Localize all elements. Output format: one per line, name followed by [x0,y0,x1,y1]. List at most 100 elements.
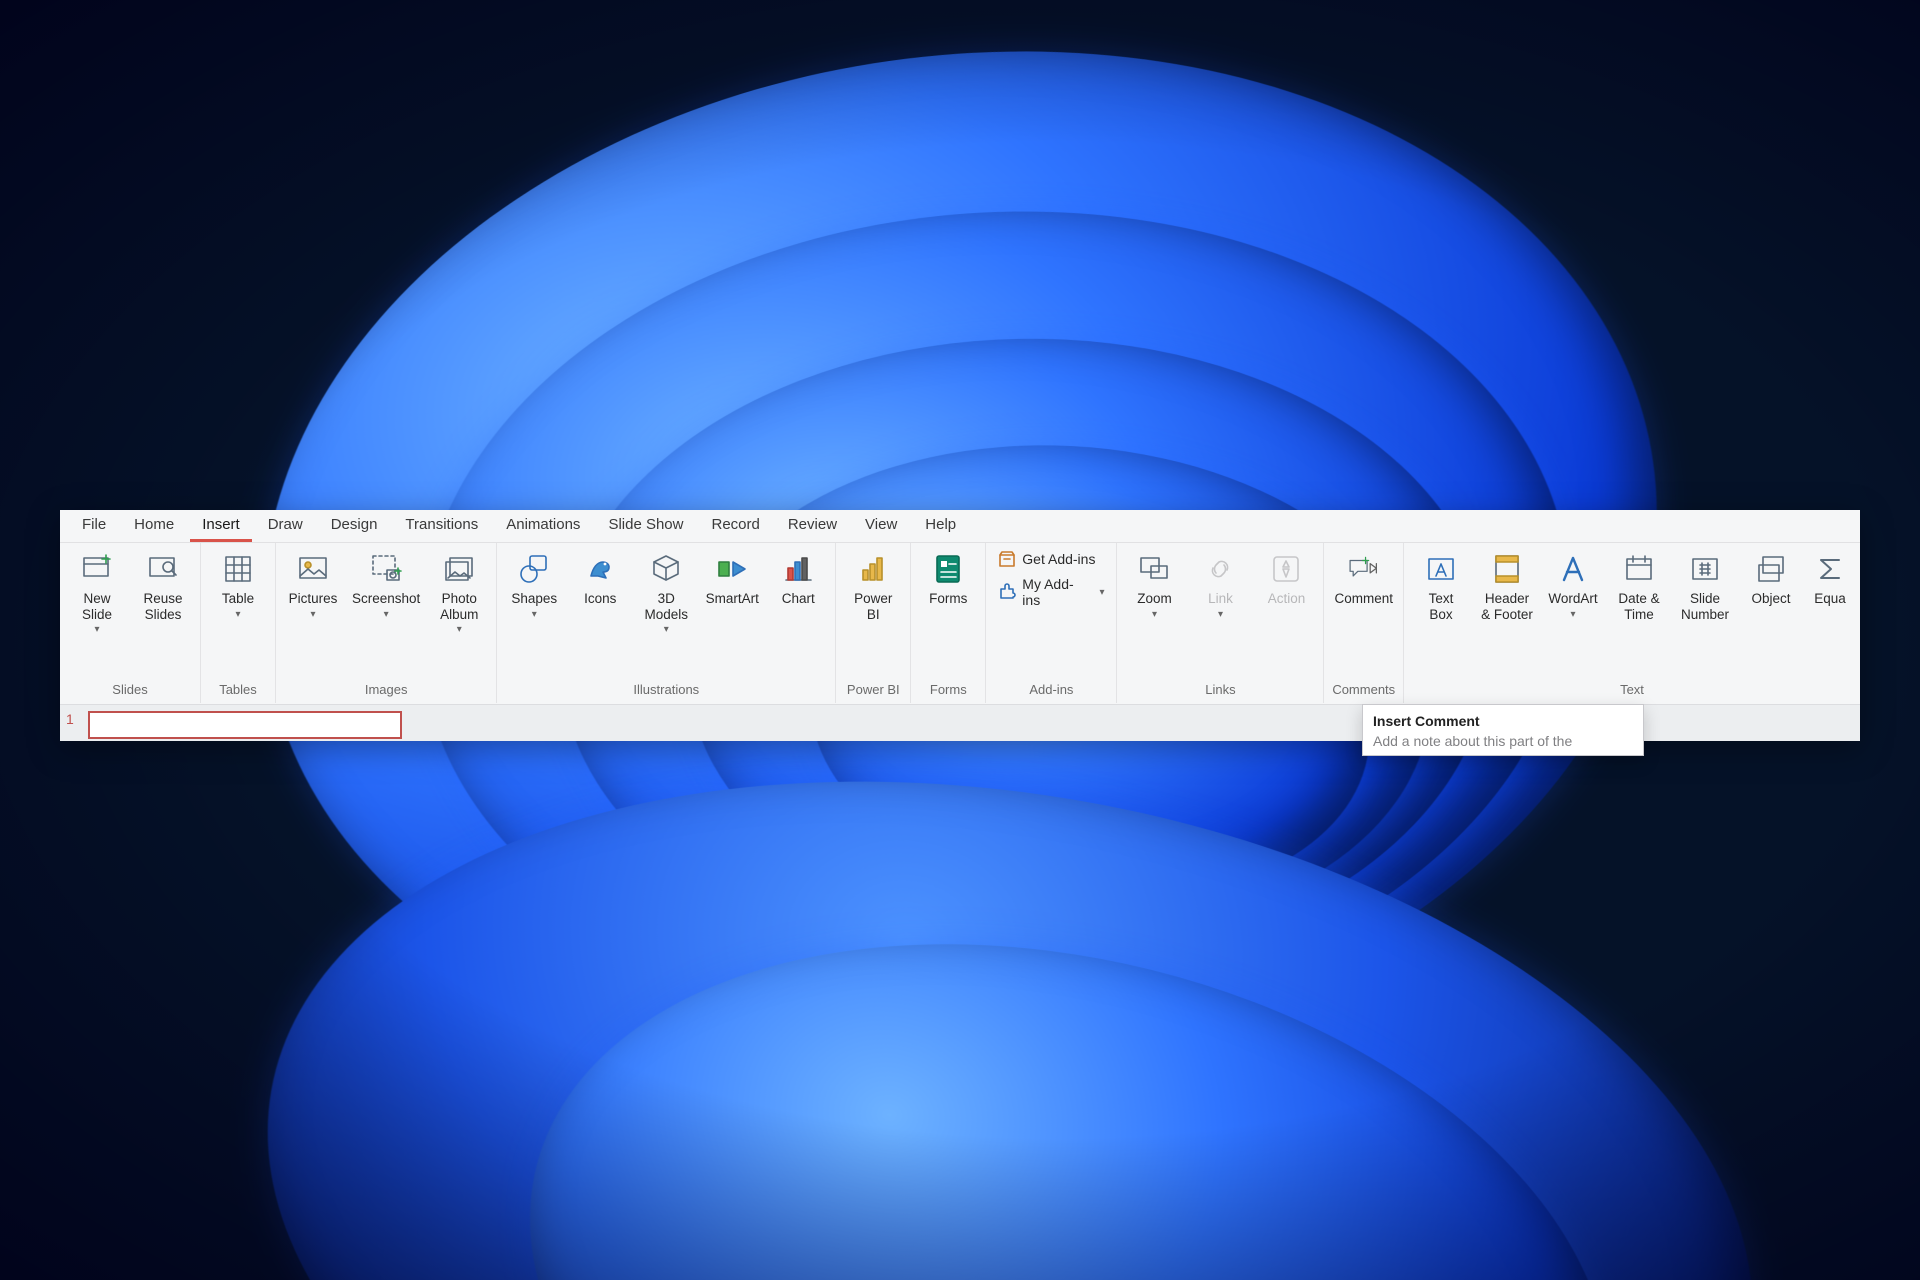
group-label-tables: Tables [207,682,269,701]
icons-icon [582,551,618,587]
tab-record[interactable]: Record [699,512,771,542]
3d-models-button[interactable]: 3D Models ▾ [635,547,697,638]
tab-review[interactable]: Review [776,512,849,542]
wordart-button[interactable]: WordArt ▾ [1542,547,1604,622]
shapes-icon [516,551,552,587]
powerpoint-ribbon-window: File Home Insert Draw Design Transitions… [60,510,1860,740]
group-text: Text Box Header & Footer WordArt ▾ [1404,543,1860,703]
addin-icon [998,583,1016,601]
chart-button[interactable]: Chart [767,547,829,609]
pictures-button[interactable]: Pictures ▾ [282,547,344,622]
header-footer-icon [1489,551,1525,587]
ribbon-groups: New Slide ▾ Reuse Slides Slides [60,543,1860,703]
ribbon-tabs: File Home Insert Draw Design Transitions… [60,510,1860,543]
smartart-button[interactable]: SmartArt [701,547,763,609]
equation-icon [1812,551,1848,587]
table-label: Table [222,591,254,607]
link-label: Link [1208,591,1233,607]
icons-label: Icons [584,591,616,607]
group-forms: Forms Forms [911,543,986,703]
textbox-icon [1423,551,1459,587]
tooltip-body: Add a note about this part of the [1373,733,1633,749]
wordart-label: WordArt [1548,591,1597,607]
link-button: Link ▾ [1189,547,1251,622]
chevron-down-icon: ▾ [1218,609,1223,621]
powerbi-label: Power BI [854,591,892,622]
group-links: Zoom ▾ Link ▾ Action Links [1117,543,1324,703]
tab-design[interactable]: Design [319,512,390,542]
new-slide-icon [79,551,115,587]
my-addins-button[interactable]: My Add-ins ▾ [992,573,1110,611]
store-icon [998,550,1016,568]
3d-models-label: 3D Models [645,591,689,622]
group-illustrations: Shapes ▾ Icons 3D Models ▾ [497,543,836,703]
group-label-illustrations: Illustrations [503,682,829,701]
group-label-slides: Slides [66,682,194,701]
date-time-button[interactable]: Date & Time [1608,547,1670,624]
forms-button[interactable]: Forms [917,547,979,609]
group-label-forms: Forms [917,682,979,701]
chevron-down-icon: ▾ [457,624,462,636]
group-powerbi: Power BI Power BI [836,543,911,703]
tab-animations[interactable]: Animations [494,512,592,542]
chevron-down-icon: ▾ [235,609,240,621]
tab-help[interactable]: Help [913,512,968,542]
tab-insert[interactable]: Insert [190,512,252,542]
reuse-slides-button[interactable]: Reuse Slides [132,547,194,624]
tab-draw[interactable]: Draw [256,512,315,542]
powerbi-icon [855,551,891,587]
shapes-label: Shapes [511,591,557,607]
slide-number: 1 [66,711,74,727]
equation-button[interactable]: Equa [1806,547,1854,609]
group-comments: Comment Comments [1324,543,1404,703]
chevron-down-icon: ▾ [1152,609,1157,621]
tab-slide-show[interactable]: Slide Show [596,512,695,542]
powerbi-button[interactable]: Power BI [842,547,904,624]
object-button[interactable]: Object [1740,547,1802,609]
smartart-icon [714,551,750,587]
textbox-label: Text Box [1429,591,1454,622]
action-icon [1268,551,1304,587]
get-addins-button[interactable]: Get Add-ins [992,547,1110,571]
tab-view[interactable]: View [853,512,909,542]
tab-home[interactable]: Home [122,512,186,542]
action-label: Action [1268,591,1306,607]
header-footer-button[interactable]: Header & Footer [1476,547,1538,624]
slide-number-button[interactable]: Slide Number [1674,547,1736,624]
zoom-button[interactable]: Zoom ▾ [1123,547,1185,622]
new-slide-button[interactable]: New Slide ▾ [66,547,128,638]
screenshot-label: Screenshot [352,591,420,607]
date-time-icon [1621,551,1657,587]
header-footer-label: Header & Footer [1481,591,1533,622]
comment-button[interactable]: Comment [1330,547,1397,609]
photo-album-icon [441,551,477,587]
photo-album-button[interactable]: Photo Album ▾ [428,547,490,638]
shapes-button[interactable]: Shapes ▾ [503,547,565,622]
table-icon [220,551,256,587]
smartart-label: SmartArt [706,591,759,607]
pictures-icon [295,551,331,587]
wordart-icon [1555,551,1591,587]
chevron-down-icon: ▾ [384,609,389,621]
date-time-label: Date & Time [1618,591,1659,622]
3d-models-icon [648,551,684,587]
group-tables: Table ▾ Tables [201,543,276,703]
slide-thumbnail-1[interactable] [88,711,402,739]
slide-number-label: Slide Number [1681,591,1729,622]
icons-button[interactable]: Icons [569,547,631,609]
object-icon [1753,551,1789,587]
textbox-button[interactable]: Text Box [1410,547,1472,624]
table-button[interactable]: Table ▾ [207,547,269,622]
group-label-links: Links [1123,682,1317,701]
screenshot-button[interactable]: Screenshot ▾ [348,547,424,622]
tab-transitions[interactable]: Transitions [393,512,490,542]
chevron-down-icon: ▾ [94,624,99,636]
chevron-down-icon: ▾ [310,609,315,621]
forms-icon [930,551,966,587]
equation-label: Equa [1814,591,1846,607]
chevron-down-icon: ▾ [1099,587,1104,598]
tab-file[interactable]: File [70,512,118,542]
new-slide-label: New Slide [82,591,112,622]
pictures-label: Pictures [289,591,338,607]
action-button: Action [1255,547,1317,609]
